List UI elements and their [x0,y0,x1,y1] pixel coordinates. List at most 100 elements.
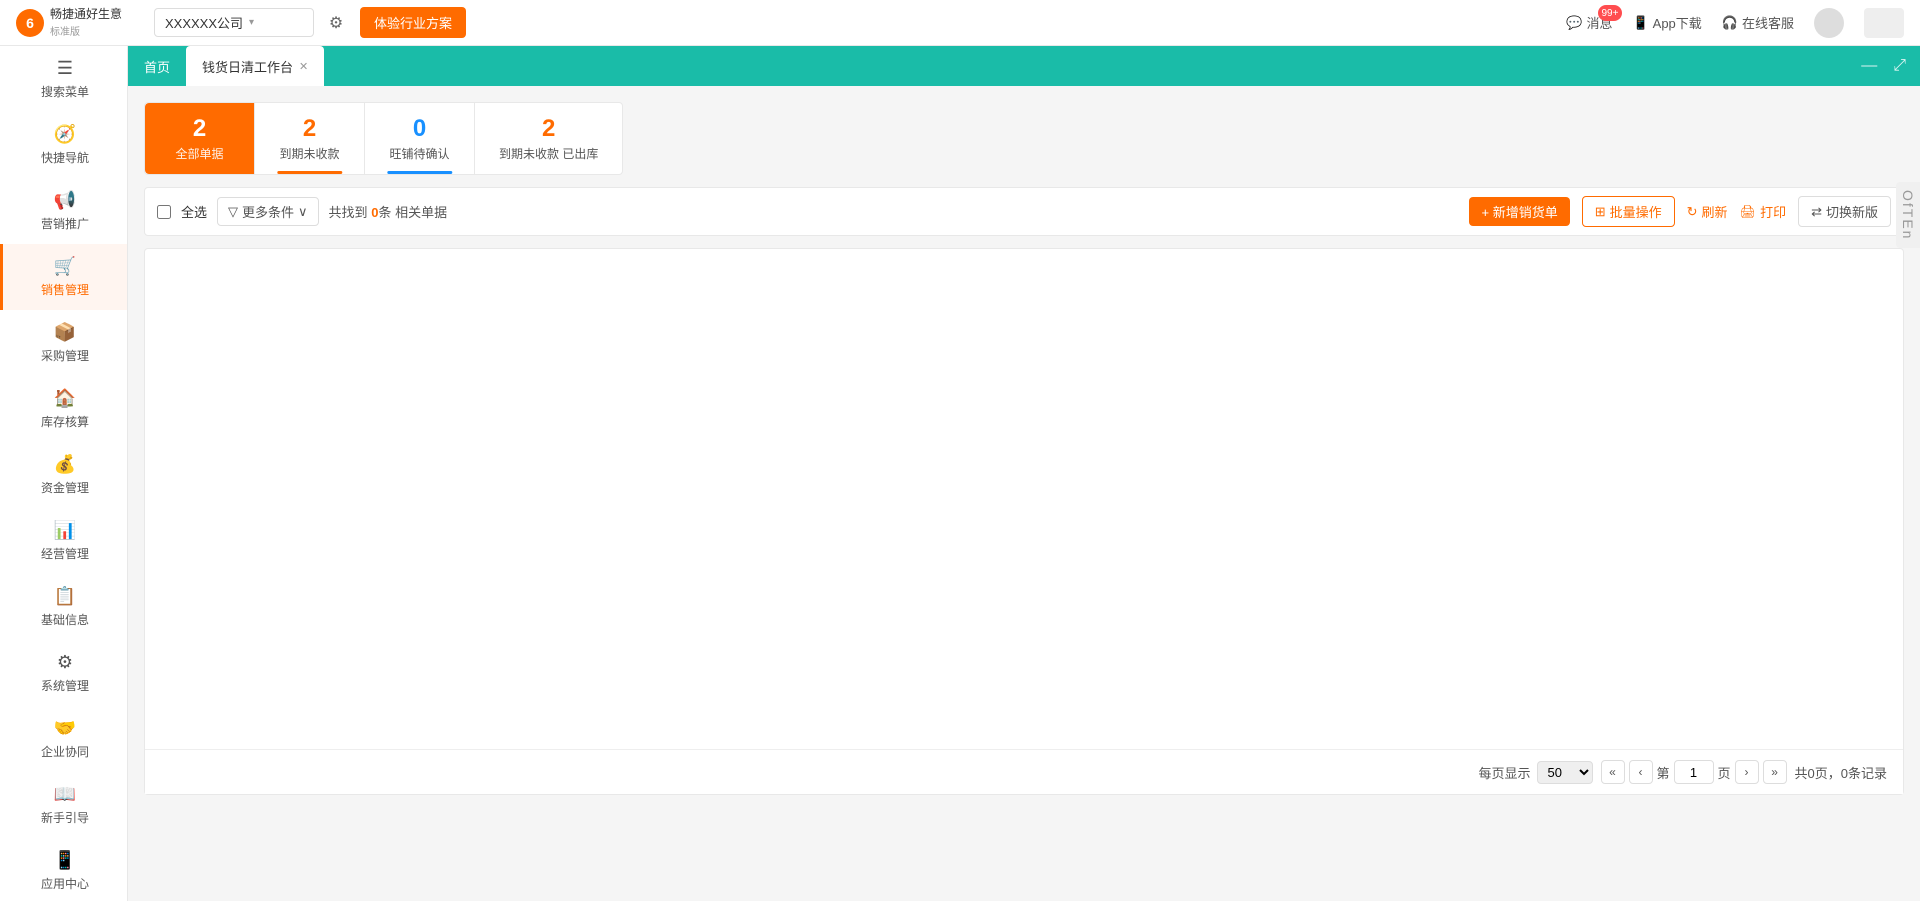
toolbar: 全选 ▽ 更多条件 ∨ 共找到 0条 相关单据 + 新增销货单 ⊞ 批量操作 ↻… [144,187,1904,236]
add-sales-button[interactable]: + 新增销货单 [1469,197,1569,226]
header-right: 💬 消息 99+ 📱 App下载 🎧 在线客服 [1566,8,1904,38]
card-wangpu-number: 0 [413,115,426,143]
card-wangpu-label: 旺铺待确认 [389,145,449,162]
page-next-button[interactable]: › [1735,760,1759,784]
nav-minimize-icon[interactable]: — [1857,53,1881,79]
page-label: 第 [1657,763,1670,782]
card-all-number: 2 [193,115,206,143]
service-icon: 🎧 [1722,15,1738,31]
card-overdue[interactable]: 2 到期未收款 [255,103,365,174]
sidebar-item-marketing[interactable]: 📢 营销推广 [0,178,127,244]
operations-icon: 📊 [54,520,76,541]
page-suffix: 页 [1718,763,1731,782]
switch-icon: ⇄ [1811,204,1822,220]
guide-icon: 📖 [54,784,76,805]
sidebar-item-sales[interactable]: 🛒 销售管理 [0,244,127,310]
company-name: XXXXXX公司 [165,13,243,32]
nav-maximize-icon[interactable]: ⤢ [1889,53,1910,79]
page-nav: « ‹ 第 页 › » [1601,760,1787,784]
select-all-checkbox[interactable] [157,205,171,219]
marketing-icon: 📢 [54,190,76,211]
system-icon: ⚙ [57,652,73,673]
trial-button[interactable]: 体验行业方案 [360,7,466,38]
sidebar-item-quick-nav[interactable]: 🧭 快捷导航 [0,112,127,178]
card-overdue-number: 2 [303,115,316,143]
per-page-select[interactable]: 20 50 100 [1537,761,1593,784]
app-name-text: 畅捷通好生意 标准版 [50,7,122,38]
switch-version-button[interactable]: ⇄ 切换新版 [1798,196,1891,227]
messages-badge: 99+ [1598,5,1623,21]
tab-work-bench[interactable]: 钱货日清工作台 ✕ [186,46,324,86]
card-overdue-underline [277,171,342,174]
purchase-icon: 📦 [54,322,76,343]
tab-close-icon[interactable]: ✕ [299,60,308,73]
often-tab[interactable]: OfTEn [1896,182,1920,248]
table-area: 每页显示 20 50 100 « ‹ 第 页 › » 共0页，0条记录 [144,248,1904,795]
main-content: 2 全部单据 2 到期未收款 0 旺铺待确认 2 到期未收款 已出库 全选 [128,86,1920,901]
page-input[interactable] [1674,760,1714,784]
per-page-label: 每页显示 [1478,763,1530,782]
messages-button[interactable]: 💬 消息 99+ [1566,13,1612,32]
user-name-area[interactable] [1864,8,1904,38]
refresh-icon: ↻ [1687,204,1698,220]
print-icon: 🖨 [1740,204,1757,220]
card-all[interactable]: 2 全部单据 [145,103,255,174]
message-icon: 💬 [1566,15,1582,31]
card-overdue-label: 到期未收款 [279,145,339,162]
per-page-area: 每页显示 20 50 100 [1478,761,1592,784]
sidebar-item-basic-info[interactable]: 📋 基础信息 [0,574,127,640]
card-shipped[interactable]: 2 到期未收款 已出库 [475,103,622,174]
download-icon: 📱 [1632,15,1648,31]
print-button[interactable]: 🖨 打印 [1740,202,1787,221]
user-avatar[interactable] [1814,8,1844,38]
search-menu-icon: ☰ [57,58,73,79]
collab-icon: 🤝 [54,718,76,739]
refresh-button[interactable]: ↻ 刷新 [1687,202,1728,221]
sidebar-item-system[interactable]: ⚙ 系统管理 [0,640,127,706]
sidebar-item-collab[interactable]: 🤝 企业协同 [0,706,127,772]
sidebar-item-app-center[interactable]: 📱 应用中心 [0,838,127,901]
card-shipped-number: 2 [542,115,555,143]
select-all-label: 全选 [181,202,207,221]
online-service-button[interactable]: 🎧 在线客服 [1722,13,1794,32]
batch-ops-button[interactable]: ⊞ 批量操作 [1582,196,1675,227]
filter-chevron-icon: ∨ [298,204,308,220]
sidebar-item-purchase[interactable]: 📦 采购管理 [0,310,127,376]
sidebar-item-finance[interactable]: 💰 资金管理 [0,442,127,508]
settings-icon-button[interactable]: ⚙ [322,9,350,37]
sidebar-item-inventory[interactable]: 🏠 库存核算 [0,376,127,442]
compass-icon: 🧭 [54,124,76,145]
table-empty-state [145,249,1903,749]
app-logo-icon: 6 [16,9,44,37]
basic-info-icon: 📋 [54,586,76,607]
nav-tabs-bar: 首页 钱货日清工作台 ✕ — ⤢ [128,46,1920,86]
company-selector[interactable]: XXXXXX公司 ▾ [154,8,314,37]
card-wangpu-underline [387,171,452,174]
sidebar: ☰ 搜索菜单 🧭 快捷导航 📢 营销推广 🛒 销售管理 📦 采购管理 🏠 库存核… [0,46,128,901]
top-header: 6 畅捷通好生意 标准版 XXXXXX公司 ▾ ⚙ 体验行业方案 💬 消息 99… [0,0,1920,46]
logo-area: 6 畅捷通好生意 标准版 [16,7,144,38]
filter-button[interactable]: ▽ 更多条件 ∨ [217,197,319,226]
inventory-icon: 🏠 [54,388,76,409]
sidebar-item-search[interactable]: ☰ 搜索菜单 [0,46,127,112]
card-shipped-label: 到期未收款 已出库 [499,145,598,162]
app-download-button[interactable]: 📱 App下载 [1632,13,1701,32]
chevron-down-icon: ▾ [249,17,254,28]
sidebar-item-operations[interactable]: 📊 经营管理 [0,508,127,574]
page-prev-button[interactable]: ‹ [1629,760,1653,784]
sales-icon: 🛒 [54,256,76,277]
page-first-button[interactable]: « [1601,760,1625,784]
tab-home[interactable]: 首页 [128,46,186,86]
sidebar-item-guide[interactable]: 📖 新手引导 [0,772,127,838]
card-all-label: 全部单据 [175,145,223,162]
toolbar-right: + 新增销货单 ⊞ 批量操作 ↻ 刷新 🖨 打印 ⇄ 切换新版 [1469,196,1891,227]
pagination: 每页显示 20 50 100 « ‹ 第 页 › » 共0页，0条记录 [145,749,1903,794]
batch-icon: ⊞ [1595,204,1606,220]
summary-cards: 2 全部单据 2 到期未收款 0 旺铺待确认 2 到期未收款 已出库 [144,102,623,175]
total-info: 共0页，0条记录 [1795,763,1887,782]
app-center-icon: 📱 [54,850,76,871]
page-last-button[interactable]: » [1763,760,1787,784]
nav-tab-actions: — ⤢ [1857,53,1920,79]
finance-icon: 💰 [54,454,76,475]
card-wangpu[interactable]: 0 旺铺待确认 [365,103,475,174]
